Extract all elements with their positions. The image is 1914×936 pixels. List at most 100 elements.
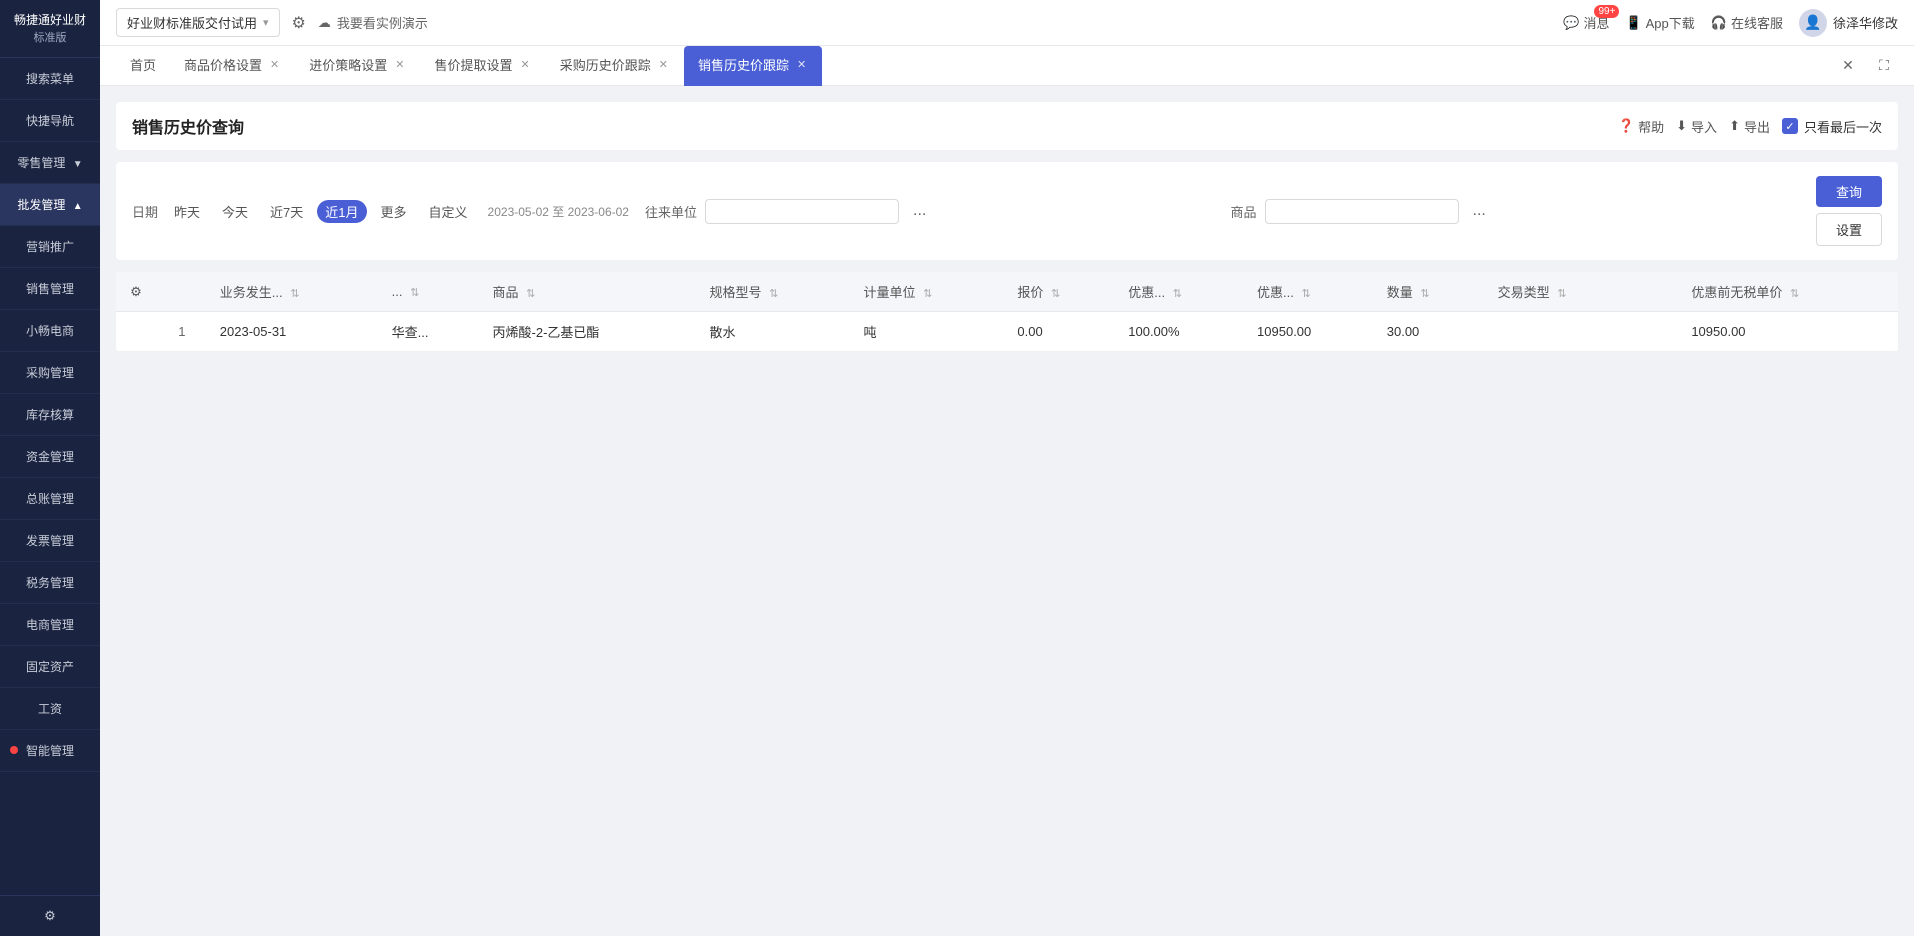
tab-purchase-history-label: 采购历史价跟踪 <box>560 55 651 74</box>
sidebar-item-tax[interactable]: 税务管理 <box>0 562 100 604</box>
col-spec[interactable]: 规格型号 ⇅ <box>698 272 852 312</box>
tab-sale-extract-close[interactable]: ✕ <box>519 56 532 73</box>
product-filter-group: 商品 ... <box>1230 199 1800 224</box>
tab-sales-history-close[interactable]: ✕ <box>795 56 808 73</box>
topbar-settings-icon[interactable]: ⚙ <box>288 9 310 37</box>
sidebar-item-search[interactable]: 搜索菜单 <box>0 58 100 100</box>
sidebar-item-sales[interactable]: 销售管理 <box>0 268 100 310</box>
gear-icon: ⚙ <box>44 908 56 923</box>
sidebar-item-inventory[interactable]: 库存核算 <box>0 394 100 436</box>
cell-product: 丙烯酸-2-乙基已酯 <box>481 312 698 352</box>
col-discount1[interactable]: 优惠... ⇅ <box>1116 272 1245 312</box>
date-today[interactable]: 今天 <box>214 200 256 223</box>
app-logo: 畅捷通好业财 标准版 <box>0 0 100 58</box>
cell-discount1: 100.00% <box>1116 312 1245 352</box>
import-icon: ⬇ <box>1676 118 1687 134</box>
sidebar-item-retail[interactable]: 零售管理 ▼ <box>0 142 100 184</box>
cloud-icon: ☁ <box>318 15 331 31</box>
window-close-button[interactable]: ✕ <box>1834 52 1862 80</box>
col-biz-date[interactable]: 业务发生... ⇅ <box>208 272 380 312</box>
cell-spec: 散水 <box>698 312 852 352</box>
date-filter-group: 日期 昨天 今天 近7天 近1月 更多 自定义 2023-05-02 至 202… <box>132 200 629 223</box>
export-icon: ⬆ <box>1729 118 1740 134</box>
sidebar-settings-button[interactable]: ⚙ <box>0 895 100 936</box>
sidebar-item-ledger[interactable]: 总账管理 <box>0 478 100 520</box>
col-discount2[interactable]: 优惠... ⇅ <box>1245 272 1375 312</box>
col-price[interactable]: 报价 ⇅ <box>1005 272 1116 312</box>
col-gear[interactable]: ⚙ <box>116 272 156 312</box>
sort-tax-price-icon: ⇅ <box>1790 288 1799 300</box>
main-area: 好业财标准版交付试用 ▾ ⚙ ☁ 我要看实例演示 💬 消息 99+ 📱 App下… <box>100 0 1914 936</box>
window-maximize-button[interactable]: ⛶ <box>1870 52 1898 80</box>
topbar-right: 💬 消息 99+ 📱 App下载 🎧 在线客服 👤 徐泽华修改 <box>1563 9 1898 37</box>
sidebar-item-purchase[interactable]: 采购管理 <box>0 352 100 394</box>
product-dots[interactable]: ... <box>1467 200 1492 222</box>
tab-home[interactable]: 首页 <box>116 46 170 86</box>
supplier-dots[interactable]: ... <box>907 200 932 222</box>
demo-link[interactable]: ☁ 我要看实例演示 <box>318 13 428 32</box>
product-selector[interactable]: 好业财标准版交付试用 ▾ <box>116 8 280 37</box>
date-more[interactable]: 更多 <box>373 200 415 223</box>
col-tx-type[interactable]: 交易类型 ⇅ <box>1486 272 1640 312</box>
logo-title: 畅捷通好业财 <box>8 12 92 29</box>
sort-discount1-icon: ⇅ <box>1173 288 1182 300</box>
help-button[interactable]: ❓ 帮助 <box>1618 117 1664 136</box>
product-input[interactable] <box>1265 199 1459 224</box>
sidebar-item-smart[interactable]: 智能管理 <box>0 730 100 772</box>
supplier-input[interactable] <box>705 199 899 224</box>
col-extra[interactable]: ... ⇅ <box>380 272 481 312</box>
cell-index: 1 <box>156 312 208 352</box>
message-button[interactable]: 💬 消息 99+ <box>1563 13 1609 32</box>
query-button[interactable]: 查询 <box>1816 176 1882 207</box>
app-download-button[interactable]: 📱 App下载 <box>1625 13 1694 32</box>
message-badge: 99+ <box>1594 5 1619 18</box>
tab-purchase-history[interactable]: 采购历史价跟踪 ✕ <box>546 46 684 86</box>
tab-sale-extract[interactable]: 售价提取设置 ✕ <box>420 46 545 86</box>
tab-price-setting[interactable]: 商品价格设置 ✕ <box>170 46 295 86</box>
sidebar-item-ecommerce-small[interactable]: 小畅电商 <box>0 310 100 352</box>
sidebar-item-wholesale[interactable]: 批发管理 ▲ <box>0 184 100 226</box>
col-tax-price[interactable]: 优惠前无税单价 ⇅ <box>1679 272 1898 312</box>
page-title: 销售历史价查询 <box>132 114 244 138</box>
import-button[interactable]: ⬇ 导入 <box>1676 117 1717 136</box>
sidebar-item-invoice[interactable]: 发票管理 <box>0 520 100 562</box>
sidebar-item-payroll[interactable]: 工资 <box>0 688 100 730</box>
date-options: 昨天 今天 近7天 近1月 更多 自定义 <box>166 200 476 223</box>
tab-price-setting-close[interactable]: ✕ <box>268 56 281 73</box>
filter-row: 日期 昨天 今天 近7天 近1月 更多 自定义 2023-05-02 至 202… <box>132 176 1882 246</box>
topbar: 好业财标准版交付试用 ▾ ⚙ ☁ 我要看实例演示 💬 消息 99+ 📱 App下… <box>100 0 1914 46</box>
date-last7[interactable]: 近7天 <box>262 200 311 223</box>
product-name: 好业财标准版交付试用 <box>127 13 257 32</box>
filter-actions: 查询 设置 <box>1816 176 1882 246</box>
online-service-button[interactable]: 🎧 在线客服 <box>1711 13 1783 32</box>
tab-purchase-strategy-close[interactable]: ✕ <box>393 56 406 73</box>
user-menu[interactable]: 👤 徐泽华修改 <box>1799 9 1898 37</box>
tab-purchase-strategy[interactable]: 进价策略设置 ✕ <box>295 46 420 86</box>
sidebar-item-assets[interactable]: 固定资产 <box>0 646 100 688</box>
sidebar-item-quicknav[interactable]: 快捷导航 <box>0 100 100 142</box>
date-last1m[interactable]: 近1月 <box>317 200 366 223</box>
col-qty[interactable]: 数量 ⇅ <box>1375 272 1486 312</box>
date-custom[interactable]: 自定义 <box>421 200 476 223</box>
chevron-down-icon: ▾ <box>263 16 269 29</box>
export-button[interactable]: ⬆ 导出 <box>1729 117 1770 136</box>
sidebar-item-finance[interactable]: 资金管理 <box>0 436 100 478</box>
page-header: 销售历史价查询 ❓ 帮助 ⬇ 导入 ⬆ 导出 ✓ 只看最后一次 <box>116 102 1898 150</box>
sort-tx-type-icon: ⇅ <box>1557 288 1566 300</box>
table-row: 1 2023-05-31 华查... 丙烯酸-2-乙基已酯 散水 吨 0.00 … <box>116 312 1898 352</box>
retail-arrow-icon: ▼ <box>73 159 83 170</box>
col-unit[interactable]: 计量单位 ⇅ <box>851 272 1005 312</box>
tab-sale-extract-label: 售价提取设置 <box>434 55 512 74</box>
date-yesterday[interactable]: 昨天 <box>166 200 208 223</box>
sidebar-item-ecommerce[interactable]: 电商管理 <box>0 604 100 646</box>
tab-sales-history[interactable]: 销售历史价跟踪 ✕ <box>684 46 822 86</box>
sidebar-item-marketing[interactable]: 营销推广 <box>0 226 100 268</box>
date-filter-label: 日期 <box>132 202 158 221</box>
sort-qty-icon: ⇅ <box>1420 288 1429 300</box>
col-product[interactable]: 商品 ⇅ <box>481 272 698 312</box>
tab-price-setting-label: 商品价格设置 <box>184 55 262 74</box>
sort-spec-icon: ⇅ <box>769 288 778 300</box>
only-last-checkbox-label[interactable]: ✓ 只看最后一次 <box>1782 117 1882 136</box>
tab-purchase-history-close[interactable]: ✕ <box>657 56 670 73</box>
filter-settings-button[interactable]: 设置 <box>1816 213 1882 246</box>
